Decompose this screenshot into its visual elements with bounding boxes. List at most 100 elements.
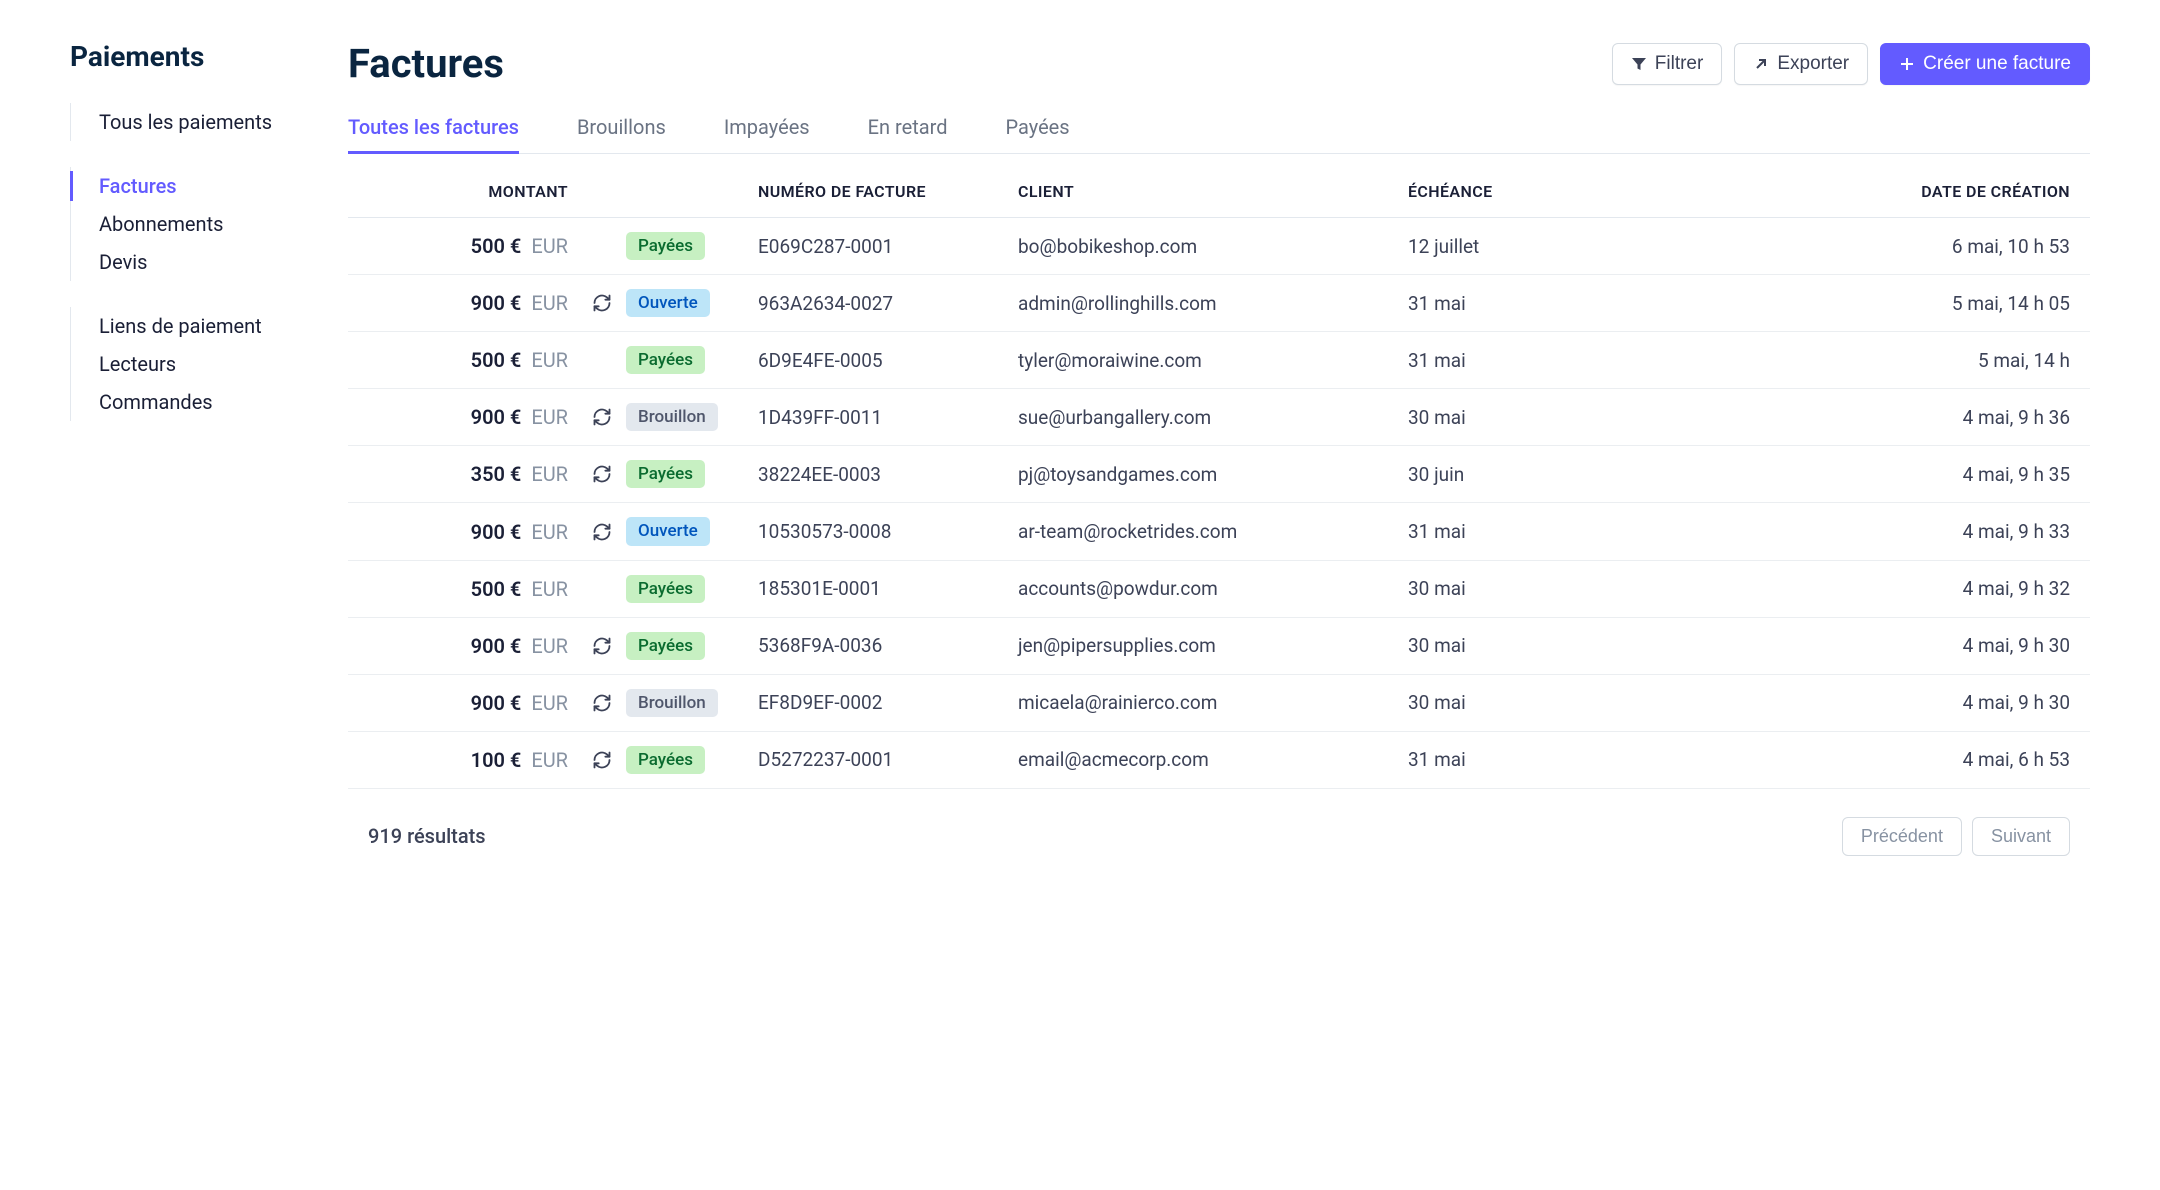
invoice-number: EF8D9EF-0002 (758, 691, 1018, 714)
created-date: 4 mai, 6 h 53 (1648, 748, 2070, 771)
page-title: Factures (348, 40, 504, 87)
table-row[interactable]: 100 € EUR Payées D5272237-0001email@acmecor… (348, 732, 2090, 789)
sidebar-group-2: FacturesAbonnementsDevis (70, 167, 330, 281)
amount-value: 500 € (471, 234, 522, 258)
client-email: micaela@rainierco.com (1018, 691, 1408, 714)
amount-value: 100 € (471, 748, 522, 772)
created-date: 4 mai, 9 h 36 (1648, 406, 2070, 429)
amount-value: 500 € (471, 577, 522, 601)
status-badge: Payées (626, 746, 705, 774)
export-button[interactable]: Exporter (1734, 43, 1868, 85)
table-footer: 919 résultats Précédent Suivant (348, 789, 2090, 856)
amount-currency: EUR (531, 234, 568, 258)
status-cell: Payées (568, 232, 758, 260)
sidebar-group-1: Tous les paiements (70, 103, 330, 141)
invoice-number: 6D9E4FE-0005 (758, 349, 1018, 372)
create-label: Créer une facture (1923, 53, 2071, 75)
status-badge: Payées (626, 575, 705, 603)
status-badge: Brouillon (626, 689, 718, 717)
main-content: Factures Filtrer Exporter (348, 40, 2090, 856)
table-row[interactable]: 900 €EUROuverte10530573-0008ar-team@rock… (348, 503, 2090, 560)
due-date: 30 juin (1408, 463, 1648, 486)
created-date: 4 mai, 9 h 32 (1648, 577, 2070, 600)
create-invoice-button[interactable]: Créer une facture (1880, 43, 2090, 85)
amount-cell: 900 €EUR (368, 520, 568, 544)
filter-button[interactable]: Filtrer (1612, 43, 1723, 85)
recurring-icon (592, 407, 612, 427)
amount-cell: 350 €EUR (368, 462, 568, 486)
sidebar-item[interactable]: Tous les paiements (71, 103, 330, 141)
table-row[interactable]: 900 €EUR Brouillon EF8D9EF-0002micaela@rai… (348, 675, 2090, 732)
amount-value: 900 € (471, 291, 522, 315)
amount-value: 900 € (471, 520, 522, 544)
amount-cell: 500 €EUR (368, 577, 568, 601)
tabs: Toutes les factures Brouillons Impayées En … (348, 105, 2090, 154)
created-date: 4 mai, 9 h 30 (1648, 691, 2070, 714)
due-date: 30 mai (1408, 406, 1648, 429)
amount-value: 350 € (471, 462, 522, 486)
amount-currency: EUR (531, 748, 568, 772)
export-icon (1753, 56, 1769, 72)
col-created[interactable]: DATE DE CRÉATION (1648, 182, 2070, 201)
client-email: bo@bobikeshop.com (1018, 235, 1408, 258)
client-email: admin@rollinghills.com (1018, 292, 1408, 315)
table-row[interactable]: 500 € EURPayéesE069C287-0001bo@bobikeshop… (348, 218, 2090, 275)
table-row[interactable]: 350 €EURPayées38224EE-0003pj@toysandgame… (348, 446, 2090, 503)
created-date: 5 mai, 14 h 05 (1648, 292, 2070, 315)
amount-cell: 500 € EUR (368, 348, 568, 372)
invoice-number: E069C287-0001 (758, 235, 1018, 258)
created-date: 4 mai, 9 h 30 (1648, 634, 2070, 657)
invoice-number: 1D439FF-0011 (758, 406, 1018, 429)
filter-label: Filtrer (1655, 53, 1704, 75)
col-due[interactable]: ÉCHÉANCE (1408, 182, 1648, 201)
status-badge: Payées (626, 632, 705, 660)
sidebar-item[interactable]: Devis (71, 243, 330, 281)
export-label: Exporter (1777, 53, 1849, 75)
client-email: ar-team@rocketrides.com (1018, 520, 1408, 543)
client-email: jen@pipersupplies.com (1018, 634, 1408, 657)
tab[interactable]: Brouillons (577, 105, 666, 153)
due-date: 30 mai (1408, 577, 1648, 600)
table-row[interactable]: 900 €EURPayées5368F9A-0036jen@pipersuppl… (348, 618, 2090, 675)
table-row[interactable]: 900 €EURBrouillon1D439FF-0011sue@urbanga… (348, 389, 2090, 446)
sidebar-item[interactable]: Abonnements (71, 205, 330, 243)
amount-value: 500 € (471, 348, 522, 372)
prev-button[interactable]: Précédent (1842, 817, 1962, 856)
tab[interactable]: Impayées (724, 105, 810, 153)
sidebar-item[interactable]: Liens de paiement (71, 307, 330, 345)
amount-cell: 900 €EUR (368, 691, 568, 715)
invoice-number: 5368F9A-0036 (758, 634, 1018, 657)
status-badge: Brouillon (626, 403, 718, 431)
filter-icon (1631, 56, 1647, 72)
table-row[interactable]: 500 €EUR Payées 185301E-0001accounts@powdu… (348, 561, 2090, 618)
invoice-number: 185301E-0001 (758, 577, 1018, 600)
status-cell: Payées (568, 746, 758, 774)
recurring-icon (592, 693, 612, 713)
client-email: sue@urbangallery.com (1018, 406, 1408, 429)
status-badge: Ouverte (626, 289, 710, 317)
table-body: 500 €EURPayéesE069C287-0001bo@bobikeshop… (348, 218, 2090, 789)
tab[interactable]: Payées (1006, 105, 1070, 153)
client-email: email@acmecorp.com (1018, 748, 1408, 771)
amount-cell: 900 € EUR (368, 291, 568, 315)
invoice-number: D5272237-0001 (758, 748, 1018, 771)
status-badge: Payées (626, 346, 705, 374)
amount-currency: EUR (531, 348, 568, 372)
sidebar-item[interactable]: Factures (71, 167, 330, 205)
client-email: accounts@powdur.com (1018, 577, 1408, 600)
sidebar-item[interactable]: Lecteurs (71, 345, 330, 383)
created-date: 6 mai, 10 h 53 (1648, 235, 2070, 258)
tab[interactable]: Toutes les factures (348, 105, 519, 153)
table-row[interactable]: 900 €EUROuverte963A2634-0027admin@rollin… (348, 275, 2090, 332)
invoice-table: MONTANT NUMÉRO DE FACTURE CLIENT ÉCHÉANC… (348, 154, 2090, 789)
next-button[interactable]: Suivant (1972, 817, 2070, 856)
amount-currency: EUR (531, 291, 568, 315)
tab[interactable]: En retard (868, 105, 948, 153)
col-amount[interactable]: MONTANT (368, 182, 568, 201)
table-row[interactable]: 500 €EURPayées6D9E4FE-0005tyler@moraiwin… (348, 332, 2090, 389)
col-invoice[interactable]: NUMÉRO DE FACTURE (758, 182, 1018, 201)
sidebar-item[interactable]: Commandes (71, 383, 330, 421)
status-cell: Ouverte (568, 517, 758, 545)
recurring-icon (592, 636, 612, 656)
col-client[interactable]: CLIENT (1018, 182, 1408, 201)
